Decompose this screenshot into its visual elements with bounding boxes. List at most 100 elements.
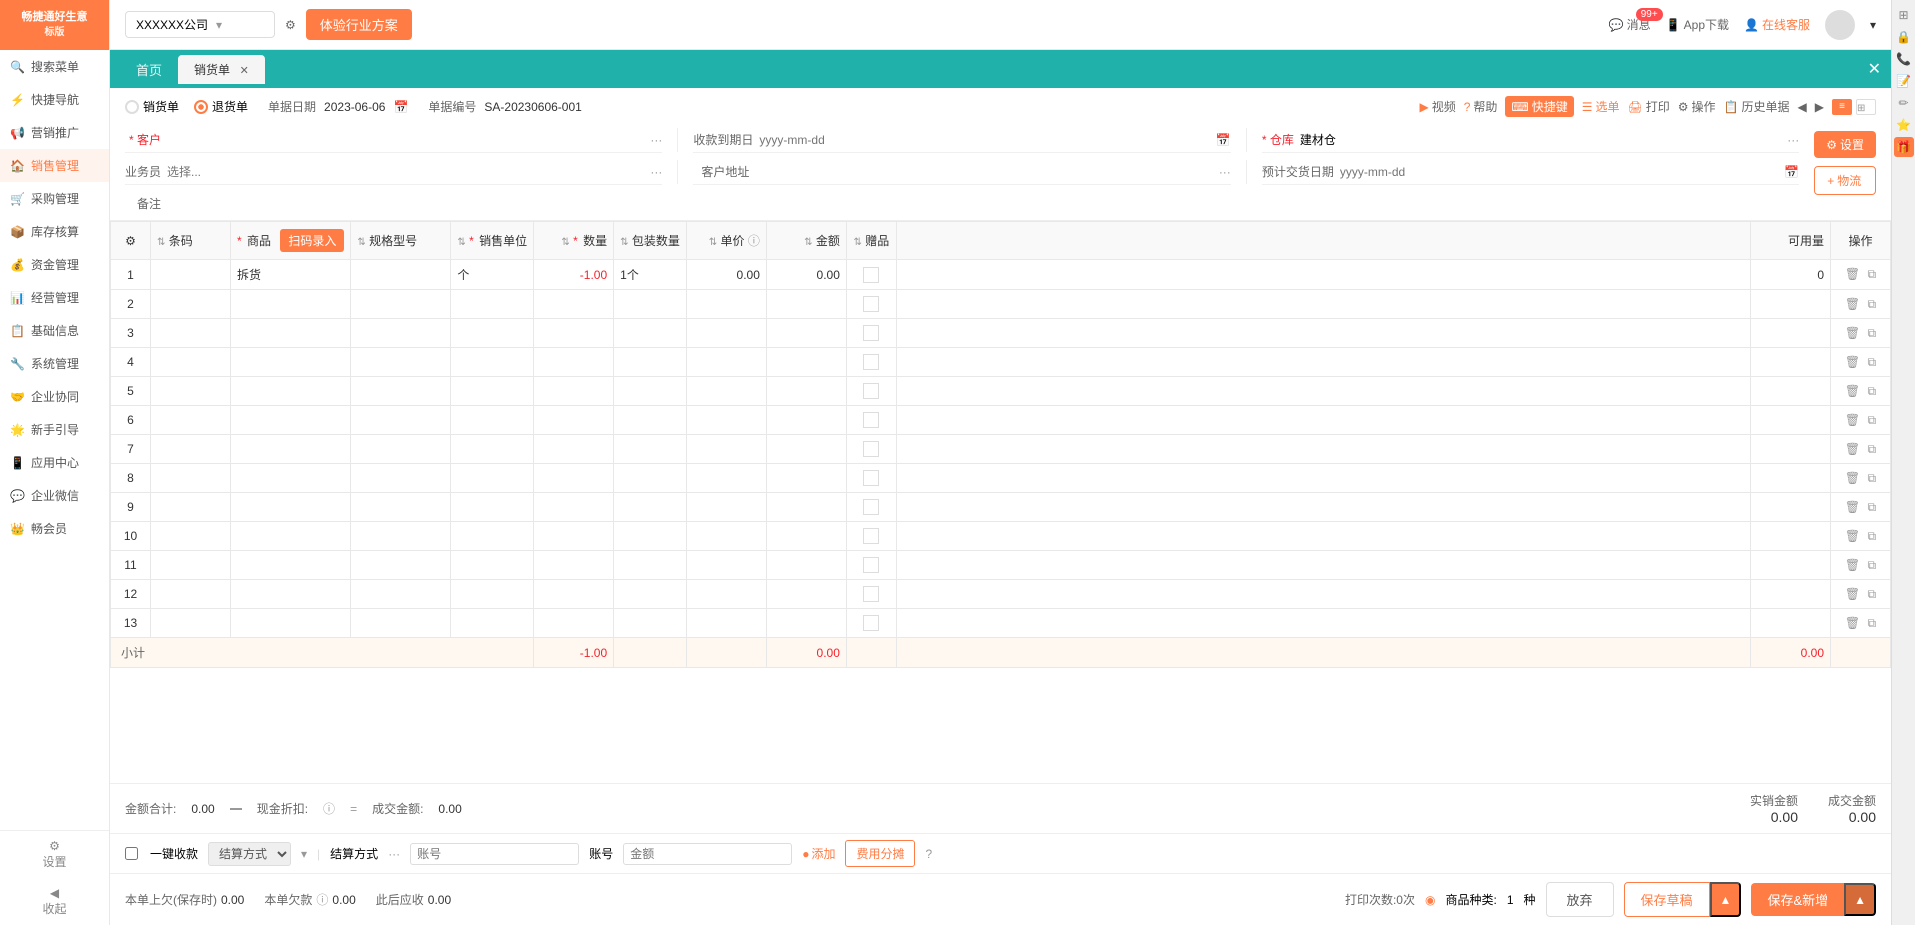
gift-checkbox[interactable] bbox=[863, 267, 879, 283]
delete-row-icon[interactable]: 🗑 bbox=[1845, 471, 1860, 485]
cell-qty[interactable] bbox=[534, 522, 614, 551]
sidebar-item-search[interactable]: 🔍 搜索菜单 bbox=[0, 50, 109, 83]
delivery-date-calendar-icon[interactable]: 📅 bbox=[1784, 165, 1799, 179]
sidebar-collapse-btn[interactable]: ◀ 收起 bbox=[0, 878, 109, 925]
copy-row-icon[interactable]: ⧉ bbox=[1868, 442, 1877, 456]
trial-button[interactable]: 体验行业方案 bbox=[306, 9, 412, 40]
cell-product[interactable] bbox=[231, 319, 351, 348]
th-settings[interactable]: ⚙ bbox=[111, 222, 151, 260]
gift-checkbox[interactable] bbox=[863, 557, 879, 573]
sidebar-item-weixin[interactable]: 💬 企业微信 bbox=[0, 479, 109, 512]
sidebar-item-member[interactable]: 👑 畅会员 bbox=[0, 512, 109, 545]
right-panel-btn-4[interactable]: 📝 bbox=[1894, 71, 1914, 91]
delete-row-icon[interactable]: 🗑 bbox=[1845, 558, 1860, 572]
cell-barcode[interactable] bbox=[151, 464, 231, 493]
customer-addr-dots-btn[interactable]: ··· bbox=[1219, 165, 1231, 179]
cell-gift[interactable] bbox=[846, 493, 896, 522]
cell-amount[interactable] bbox=[766, 580, 846, 609]
cell-spec[interactable] bbox=[351, 348, 451, 377]
cell-price[interactable] bbox=[686, 290, 766, 319]
cell-unit[interactable] bbox=[451, 464, 534, 493]
cell-qty[interactable] bbox=[534, 551, 614, 580]
print-btn[interactable]: 🖨 打印 bbox=[1628, 98, 1670, 115]
sort-gift[interactable]: ⇅ bbox=[854, 237, 862, 248]
message-button[interactable]: 💬 消息 99+ bbox=[1609, 16, 1651, 33]
app-download-button[interactable]: 📱 App下载 bbox=[1666, 16, 1729, 33]
sort-spec[interactable]: ⇅ bbox=[357, 237, 365, 248]
cash-discount-help-icon[interactable]: ⓘ bbox=[323, 800, 335, 817]
cell-spec[interactable] bbox=[351, 580, 451, 609]
cell-price[interactable] bbox=[686, 348, 766, 377]
view-list-icon[interactable]: ≡ bbox=[1832, 99, 1852, 115]
payment-method-dropdown-icon[interactable]: ▾ bbox=[301, 847, 307, 861]
gift-checkbox[interactable] bbox=[863, 383, 879, 399]
cell-spec[interactable] bbox=[351, 551, 451, 580]
cell-unit[interactable] bbox=[451, 609, 534, 638]
cell-product[interactable] bbox=[231, 377, 351, 406]
customer-dots-btn[interactable]: ··· bbox=[650, 133, 662, 147]
choose-order-btn[interactable]: ☰ 选单 bbox=[1582, 98, 1620, 115]
cell-gift[interactable] bbox=[846, 348, 896, 377]
cell-spec[interactable] bbox=[351, 464, 451, 493]
delete-row-icon[interactable]: 🗑 bbox=[1845, 384, 1860, 398]
right-panel-btn-2[interactable]: 🔒 bbox=[1894, 27, 1914, 47]
cell-unit[interactable] bbox=[451, 377, 534, 406]
cell-product[interactable] bbox=[231, 435, 351, 464]
cell-amount[interactable] bbox=[766, 522, 846, 551]
save-new-button[interactable]: 保存&新增 bbox=[1751, 883, 1844, 916]
copy-row-icon[interactable]: ⧉ bbox=[1868, 326, 1877, 340]
cell-gift[interactable] bbox=[846, 319, 896, 348]
save-draft-button[interactable]: 保存草稿 bbox=[1624, 882, 1710, 917]
sort-qty[interactable]: ⇅ bbox=[561, 237, 569, 248]
right-panel-btn-6[interactable]: ⭐ bbox=[1894, 115, 1914, 135]
tab-sales-order[interactable]: 销货单 ✕ bbox=[178, 55, 265, 84]
expense-split-button[interactable]: 费用分摊 bbox=[845, 840, 915, 867]
warehouse-dots-btn[interactable]: ··· bbox=[1787, 133, 1799, 147]
prev-record-icon[interactable]: ◀ bbox=[1798, 100, 1807, 114]
cell-price[interactable] bbox=[686, 522, 766, 551]
cell-price[interactable] bbox=[686, 609, 766, 638]
cell-qty[interactable] bbox=[534, 609, 614, 638]
cell-amount[interactable]: 0.00 bbox=[766, 260, 846, 290]
cell-product[interactable] bbox=[231, 348, 351, 377]
right-panel-btn-5[interactable]: ✏ bbox=[1894, 93, 1914, 113]
sidebar-item-capital-mgmt[interactable]: 💰 资金管理 bbox=[0, 248, 109, 281]
next-record-icon[interactable]: ▶ bbox=[1815, 100, 1824, 114]
delete-row-icon[interactable]: 🗑 bbox=[1845, 297, 1860, 311]
customer-addr-input[interactable] bbox=[755, 165, 1212, 179]
cell-gift[interactable] bbox=[846, 290, 896, 319]
cell-product[interactable] bbox=[231, 522, 351, 551]
delete-row-icon[interactable]: 🗑 bbox=[1845, 587, 1860, 601]
cell-pack-qty[interactable] bbox=[614, 551, 687, 580]
sidebar-item-biz-mgmt[interactable]: 📊 经营管理 bbox=[0, 281, 109, 314]
gift-checkbox[interactable] bbox=[863, 325, 879, 341]
cell-amount[interactable] bbox=[766, 377, 846, 406]
cell-price[interactable] bbox=[686, 435, 766, 464]
operation-btn[interactable]: ⚙ 操作 bbox=[1678, 98, 1716, 115]
cell-gift[interactable] bbox=[846, 406, 896, 435]
cell-spec[interactable] bbox=[351, 377, 451, 406]
cell-barcode[interactable] bbox=[151, 493, 231, 522]
cell-pack-qty[interactable] bbox=[614, 609, 687, 638]
sidebar-item-app-center[interactable]: 📱 应用中心 bbox=[0, 446, 109, 479]
sort-price[interactable]: ⇅ bbox=[709, 237, 717, 248]
cell-pack-qty[interactable] bbox=[614, 290, 687, 319]
help-btn[interactable]: ? 帮助 bbox=[1464, 98, 1498, 115]
table-scroll-area[interactable]: ⚙ ⇅ 条码 * 商品 扫码录入 ⇅ bbox=[110, 221, 1891, 783]
delete-row-icon[interactable]: 🗑 bbox=[1845, 529, 1860, 543]
cell-unit[interactable] bbox=[451, 522, 534, 551]
cell-gift[interactable] bbox=[846, 551, 896, 580]
cell-qty[interactable] bbox=[534, 580, 614, 609]
total-owe-help-icon[interactable]: ⓘ bbox=[316, 891, 328, 908]
cell-qty[interactable]: -1.00 bbox=[534, 260, 614, 290]
payment-amount-input[interactable] bbox=[623, 843, 792, 865]
cell-unit[interactable] bbox=[451, 348, 534, 377]
cell-pack-qty[interactable] bbox=[614, 493, 687, 522]
cell-product[interactable] bbox=[231, 464, 351, 493]
cell-gift[interactable] bbox=[846, 522, 896, 551]
copy-row-icon[interactable]: ⧉ bbox=[1868, 267, 1877, 281]
expense-help-icon[interactable]: ? bbox=[925, 847, 932, 861]
cell-qty[interactable] bbox=[534, 348, 614, 377]
cell-barcode[interactable] bbox=[151, 348, 231, 377]
copy-row-icon[interactable]: ⧉ bbox=[1868, 587, 1877, 601]
